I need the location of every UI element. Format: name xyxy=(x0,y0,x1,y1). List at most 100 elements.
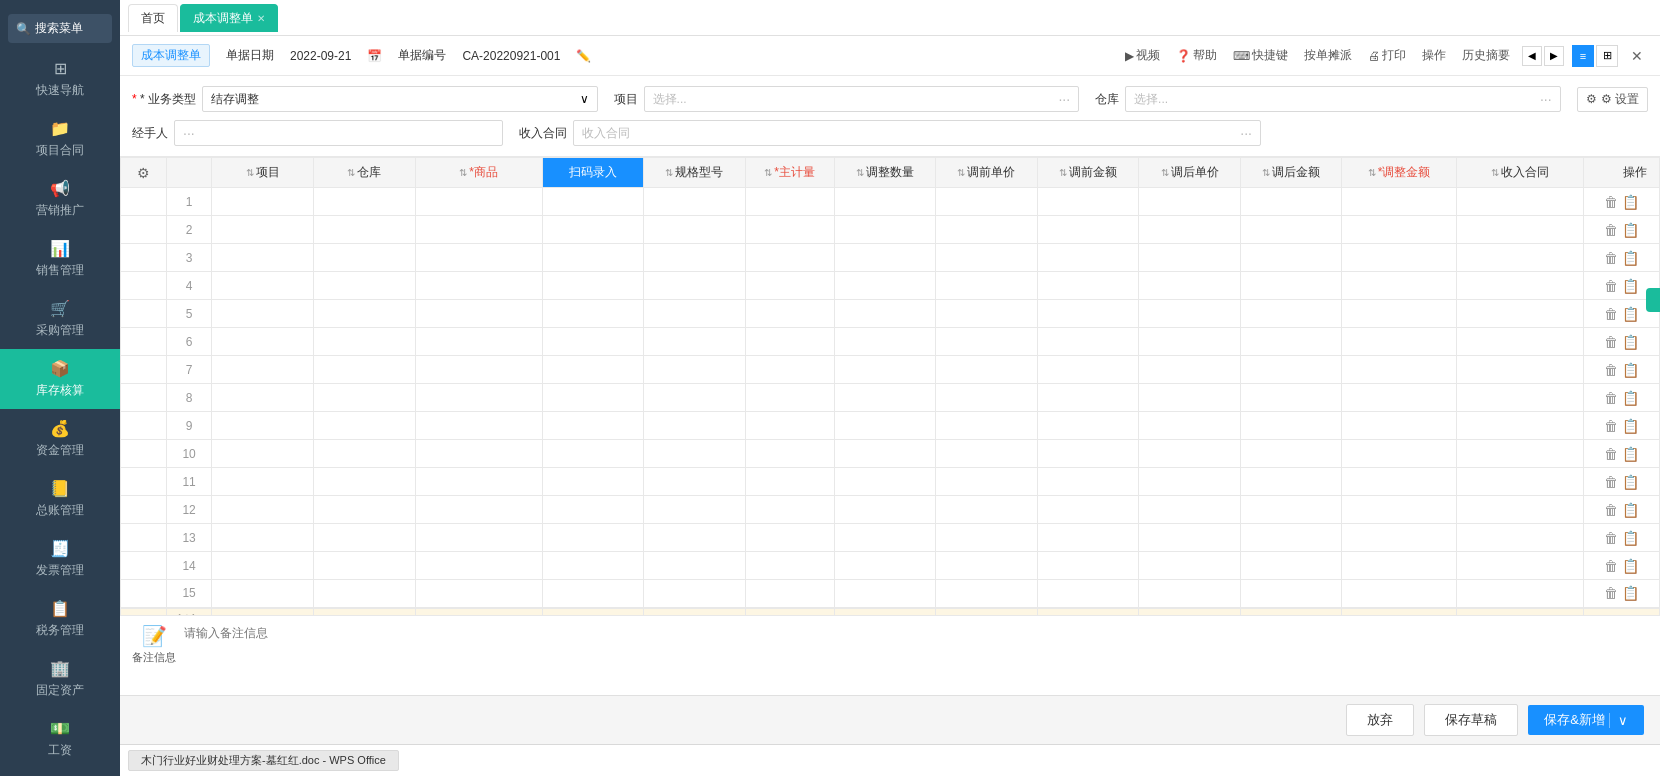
row-product-cell[interactable] xyxy=(415,272,542,300)
row-adj-qty-cell[interactable] xyxy=(834,440,936,468)
row-project-cell[interactable] xyxy=(212,384,314,412)
row-warehouse-cell[interactable] xyxy=(313,384,415,412)
adj-amount-col-header[interactable]: ⇅ *调整金额 xyxy=(1342,158,1456,188)
row-product-cell[interactable] xyxy=(415,356,542,384)
before-price-col-header[interactable]: ⇅ 调前单价 xyxy=(936,158,1038,188)
row-spec-cell[interactable] xyxy=(644,580,746,608)
project-col-header[interactable]: ⇅ 项目 xyxy=(212,158,314,188)
unit-col-header[interactable]: ⇅ *主计量 xyxy=(745,158,834,188)
row-copy-btn[interactable]: 📋 xyxy=(1622,558,1639,574)
row-before-price-cell[interactable] xyxy=(936,328,1038,356)
row-unit-cell[interactable] xyxy=(745,244,834,272)
row-delete-btn[interactable]: 🗑 xyxy=(1604,306,1618,322)
sidebar-item-ledger-mgmt[interactable]: 📒 总账管理 xyxy=(0,469,120,529)
row-after-price-cell[interactable] xyxy=(1139,356,1241,384)
row-copy-btn[interactable]: 📋 xyxy=(1622,194,1639,210)
nav-next-btn[interactable]: ▶ xyxy=(1544,46,1564,66)
row-after-price-cell[interactable] xyxy=(1139,412,1241,440)
unit-sort-icon[interactable]: ⇅ xyxy=(764,167,772,178)
review-mgmt-btn[interactable]: 按单摊派 xyxy=(1300,45,1356,66)
row-after-price-cell[interactable] xyxy=(1139,272,1241,300)
row-project-cell[interactable] xyxy=(212,552,314,580)
row-spec-cell[interactable] xyxy=(644,328,746,356)
row-before-price-cell[interactable] xyxy=(936,496,1038,524)
row-product-cell[interactable] xyxy=(415,384,542,412)
row-warehouse-cell[interactable] xyxy=(313,244,415,272)
row-before-amount-cell[interactable] xyxy=(1037,272,1139,300)
row-before-price-cell[interactable] xyxy=(936,524,1038,552)
row-before-price-cell[interactable] xyxy=(936,188,1038,216)
row-unit-cell[interactable] xyxy=(745,440,834,468)
project-input[interactable]: 选择... ··· xyxy=(644,86,1080,112)
operate-btn[interactable]: 操作 xyxy=(1418,45,1450,66)
row-copy-btn[interactable]: 📋 xyxy=(1622,585,1639,601)
row-copy-btn[interactable]: 📋 xyxy=(1622,474,1639,490)
row-adj-qty-cell[interactable] xyxy=(834,524,936,552)
row-copy-btn[interactable]: 📋 xyxy=(1622,334,1639,350)
row-unit-cell[interactable] xyxy=(745,580,834,608)
row-delete-btn[interactable]: 🗑 xyxy=(1604,558,1618,574)
row-income-contract-cell[interactable] xyxy=(1456,272,1583,300)
row-income-contract-cell[interactable] xyxy=(1456,328,1583,356)
row-before-amount-cell[interactable] xyxy=(1037,216,1139,244)
row-after-amount-cell[interactable] xyxy=(1240,580,1342,608)
row-copy-btn[interactable]: 📋 xyxy=(1622,278,1639,294)
grid-view-btn[interactable]: ⊞ xyxy=(1596,45,1618,67)
row-adj-amount-cell[interactable] xyxy=(1342,552,1456,580)
row-before-amount-cell[interactable] xyxy=(1037,496,1139,524)
row-product-cell[interactable] xyxy=(415,524,542,552)
after-price-col-header[interactable]: ⇅ 调后单价 xyxy=(1139,158,1241,188)
row-adj-qty-cell[interactable] xyxy=(834,412,936,440)
row-after-amount-cell[interactable] xyxy=(1240,468,1342,496)
row-income-contract-cell[interactable] xyxy=(1456,580,1583,608)
row-adj-qty-cell[interactable] xyxy=(834,496,936,524)
row-income-contract-cell[interactable] xyxy=(1456,496,1583,524)
income-contract-col-header[interactable]: ⇅ 收入合同 xyxy=(1456,158,1583,188)
row-after-price-cell[interactable] xyxy=(1139,216,1241,244)
after-amount-sort-icon[interactable]: ⇅ xyxy=(1262,167,1270,178)
save-new-button[interactable]: 保存&新增 ∨ xyxy=(1528,705,1644,735)
row-warehouse-cell[interactable] xyxy=(313,468,415,496)
row-spec-cell[interactable] xyxy=(644,384,746,412)
row-warehouse-cell[interactable] xyxy=(313,188,415,216)
view-btn[interactable]: ▶ 视频 xyxy=(1121,45,1164,66)
row-after-price-cell[interactable] xyxy=(1139,188,1241,216)
row-after-amount-cell[interactable] xyxy=(1240,328,1342,356)
sidebar-search-button[interactable]: 🔍 搜索菜单 xyxy=(8,14,112,43)
row-project-cell[interactable] xyxy=(212,412,314,440)
row-before-amount-cell[interactable] xyxy=(1037,524,1139,552)
sidebar-item-ops-mgmt[interactable]: 📈 经营管理 xyxy=(0,769,120,776)
row-unit-cell[interactable] xyxy=(745,356,834,384)
warehouse-ellipsis[interactable]: ··· xyxy=(1540,91,1552,107)
row-project-cell[interactable] xyxy=(212,524,314,552)
row-before-price-cell[interactable] xyxy=(936,356,1038,384)
row-copy-btn[interactable]: 📋 xyxy=(1622,390,1639,406)
row-unit-cell[interactable] xyxy=(745,188,834,216)
row-after-price-cell[interactable] xyxy=(1139,552,1241,580)
row-before-price-cell[interactable] xyxy=(936,384,1038,412)
row-copy-btn[interactable]: 📋 xyxy=(1622,250,1639,266)
row-unit-cell[interactable] xyxy=(745,328,834,356)
row-before-price-cell[interactable] xyxy=(936,216,1038,244)
row-adj-amount-cell[interactable] xyxy=(1342,440,1456,468)
row-delete-btn[interactable]: 🗑 xyxy=(1604,222,1618,238)
row-delete-btn[interactable]: 🗑 xyxy=(1604,446,1618,462)
help-btn[interactable]: ❓ 帮助 xyxy=(1172,45,1221,66)
row-warehouse-cell[interactable] xyxy=(313,440,415,468)
before-amount-col-header[interactable]: ⇅ 调前金额 xyxy=(1037,158,1139,188)
row-spec-cell[interactable] xyxy=(644,524,746,552)
adj-qty-sort-icon[interactable]: ⇅ xyxy=(856,167,864,178)
row-adj-qty-cell[interactable] xyxy=(834,244,936,272)
warehouse-input[interactable]: 选择... ··· xyxy=(1125,86,1561,112)
row-after-amount-cell[interactable] xyxy=(1240,188,1342,216)
row-unit-cell[interactable] xyxy=(745,384,834,412)
spec-col-header[interactable]: ⇅ 规格型号 xyxy=(644,158,746,188)
tab-home[interactable]: 首页 xyxy=(128,4,178,32)
row-project-cell[interactable] xyxy=(212,440,314,468)
row-project-cell[interactable] xyxy=(212,216,314,244)
row-spec-cell[interactable] xyxy=(644,244,746,272)
row-spec-cell[interactable] xyxy=(644,552,746,580)
sidebar-item-invoice-mgmt[interactable]: 🧾 发票管理 xyxy=(0,529,120,589)
adj-qty-col-header[interactable]: ⇅ 调整数量 xyxy=(834,158,936,188)
row-after-price-cell[interactable] xyxy=(1139,524,1241,552)
